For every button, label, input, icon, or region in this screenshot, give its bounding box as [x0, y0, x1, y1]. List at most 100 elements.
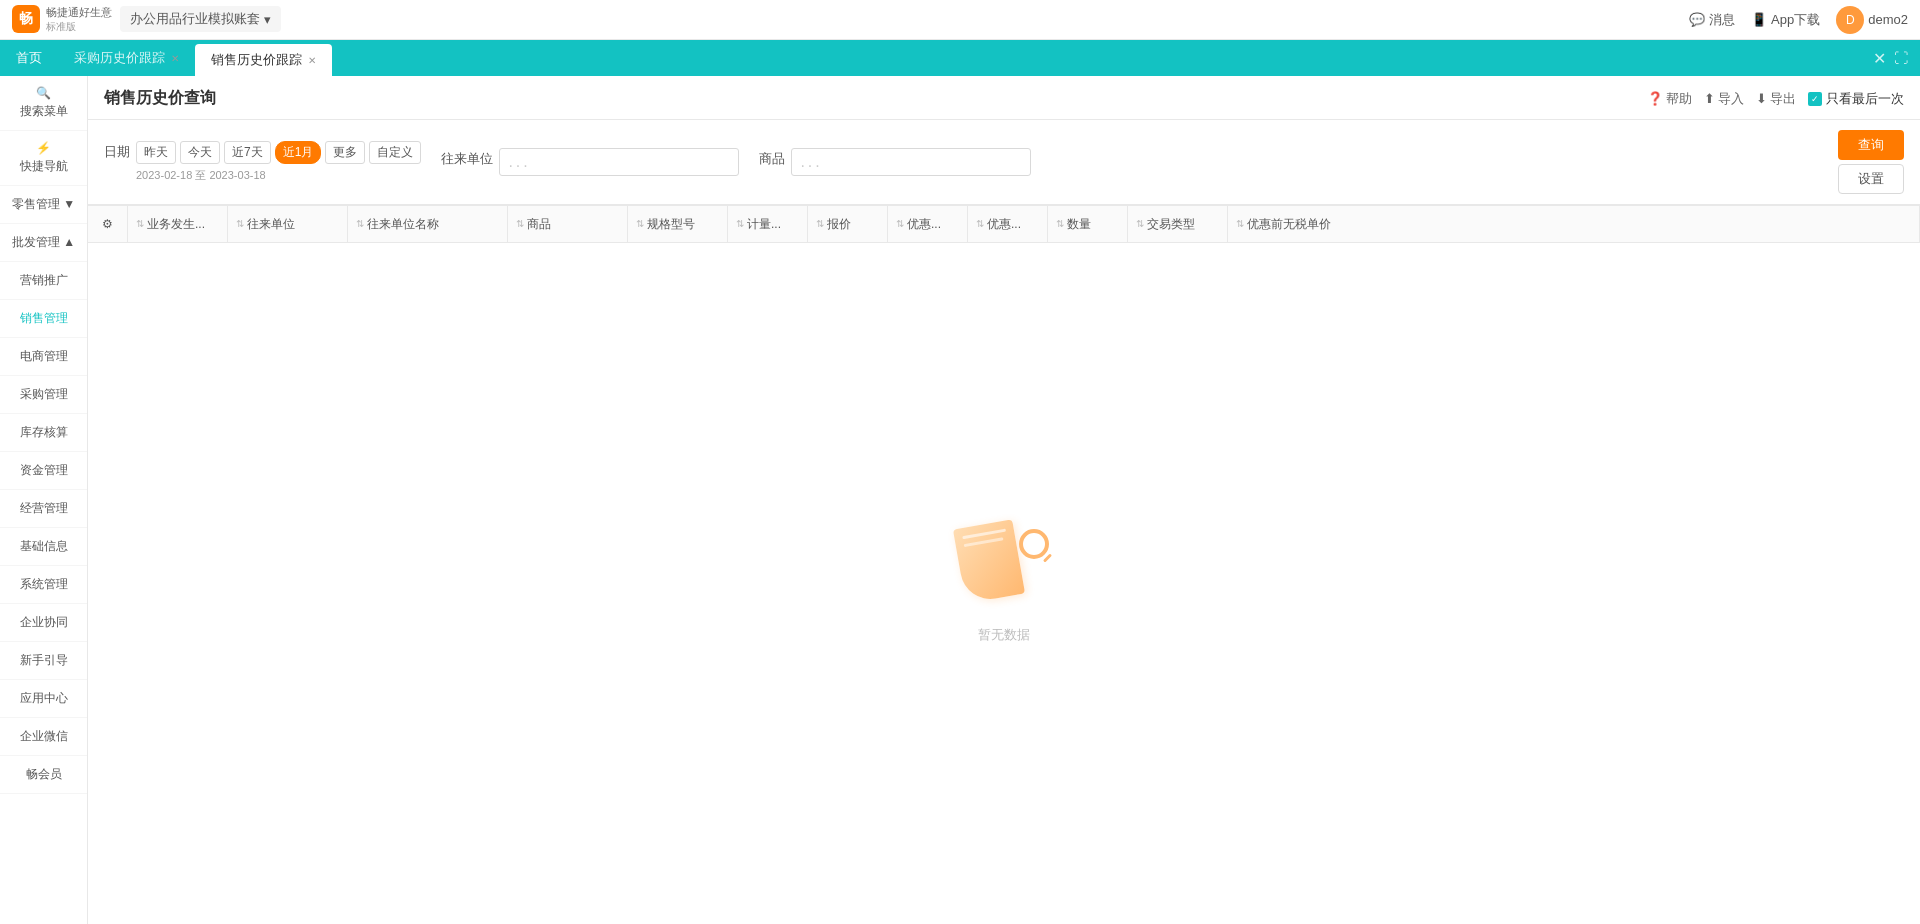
sidebar-item-sales[interactable]: 销售管理: [0, 300, 87, 338]
export-button[interactable]: ⬇ 导出: [1756, 90, 1796, 108]
sidebar-item-guide[interactable]: 新手引导: [0, 642, 87, 680]
main-layout: 🔍 搜索菜单 ⚡ 快捷导航 零售管理 ▼ 批发管理 ▲ 营销推广 销售管理 电商…: [0, 76, 1920, 924]
th-price[interactable]: ⇅ 报价: [808, 206, 888, 242]
th-unit-name[interactable]: ⇅ 往来单位名称: [348, 206, 508, 242]
tab-purchase-close[interactable]: ✕: [171, 53, 179, 64]
th-discount1[interactable]: ⇅ 优惠...: [888, 206, 968, 242]
sort-icon-goods: ⇅: [516, 219, 524, 229]
checkbox-icon: ✓: [1808, 92, 1822, 106]
th-discount2[interactable]: ⇅ 优惠...: [968, 206, 1048, 242]
sort-icon-disc1: ⇅: [896, 219, 904, 229]
sidebar-item-basic[interactable]: 基础信息: [0, 528, 87, 566]
sidebar-item-wechat[interactable]: 企业微信: [0, 718, 87, 756]
sort-icon-date: ⇅: [136, 219, 144, 229]
chevron-down-icon: ▾: [264, 12, 271, 27]
partner-placeholder: ...: [508, 153, 530, 171]
sort-icon-spec: ⇅: [636, 219, 644, 229]
gear-icon: ⚙: [102, 217, 113, 231]
sidebar-item-ecommerce[interactable]: 电商管理: [0, 338, 87, 376]
page-title-row: 销售历史价查询 ❓ 帮助 ⬆ 导入 ⬇ 导出 ✓: [104, 88, 1904, 109]
tab-purchase-label: 采购历史价跟踪: [74, 49, 165, 67]
sidebar-item-purchase[interactable]: 采购管理: [0, 376, 87, 414]
header-actions: ❓ 帮助 ⬆ 导入 ⬇ 导出 ✓ 只看最后一次: [1647, 90, 1904, 108]
sidebar-label-ecommerce: 电商管理: [20, 348, 68, 365]
sidebar-label-retail: 零售管理 ▼: [12, 196, 75, 213]
query-button[interactable]: 查询: [1838, 130, 1904, 160]
sidebar-label-operations: 经营管理: [20, 500, 68, 517]
tab-home[interactable]: 首页: [0, 40, 58, 76]
tab-sales-label: 销售历史价跟踪: [211, 51, 302, 69]
th-trade-label: 交易类型: [1147, 216, 1195, 233]
sidebar-label-wechat: 企业微信: [20, 728, 68, 745]
top-bar-right: 💬 消息 📱 App下载 D demo2: [1689, 6, 1908, 34]
tab-sales[interactable]: 销售历史价跟踪 ✕: [195, 44, 332, 76]
sidebar-item-member[interactable]: 畅会员: [0, 756, 87, 794]
sidebar-label-search: 搜索菜单: [20, 103, 68, 120]
th-measure-unit[interactable]: ⇅ 计量...: [728, 206, 808, 242]
th-trade-type[interactable]: ⇅ 交易类型: [1128, 206, 1228, 242]
tab-sales-close[interactable]: ✕: [308, 55, 316, 66]
tab-bar-expand[interactable]: ⛶: [1894, 50, 1908, 66]
message-label: 消息: [1709, 11, 1735, 29]
th-spec[interactable]: ⇅ 规格型号: [628, 206, 728, 242]
sidebar-item-enterprise[interactable]: 企业协同: [0, 604, 87, 642]
logo-icon: 畅: [12, 5, 40, 33]
app-download-button[interactable]: 📱 App下载: [1751, 11, 1820, 29]
logo-text-block: 畅捷通好生意 标准版: [46, 5, 112, 33]
tab-bar: 首页 采购历史价跟踪 ✕ 销售历史价跟踪 ✕ ✕ ⛶: [0, 40, 1920, 76]
sidebar-item-apps[interactable]: 应用中心: [0, 680, 87, 718]
date-btn-custom[interactable]: 自定义: [369, 141, 421, 164]
import-button[interactable]: ⬆ 导入: [1704, 90, 1744, 108]
sidebar-label-marketing: 营销推广: [20, 272, 68, 289]
sidebar-item-operations[interactable]: 经营管理: [0, 490, 87, 528]
sidebar-item-shortcut[interactable]: ⚡ 快捷导航: [0, 131, 87, 186]
date-btn-7days[interactable]: 近7天: [224, 141, 271, 164]
date-btn-yesterday[interactable]: 昨天: [136, 141, 176, 164]
th-tax-price[interactable]: ⇅ 优惠前无税单价: [1228, 206, 1920, 242]
sidebar-item-marketing[interactable]: 营销推广: [0, 262, 87, 300]
th-unit-code[interactable]: ⇅ 往来单位: [228, 206, 348, 242]
date-btn-1month[interactable]: 近1月: [275, 141, 322, 164]
sidebar-label-sales: 销售管理: [20, 310, 68, 327]
sidebar-item-finance[interactable]: 资金管理: [0, 452, 87, 490]
app-selector[interactable]: 办公用品行业模拟账套 ▾: [120, 6, 281, 32]
sidebar-label-system: 系统管理: [20, 576, 68, 593]
logo-area: 畅 畅捷通好生意 标准版: [12, 5, 112, 33]
sidebar-item-wholesale[interactable]: 批发管理 ▲: [0, 224, 87, 262]
th-qty[interactable]: ⇅ 数量: [1048, 206, 1128, 242]
date-btn-more[interactable]: 更多: [325, 141, 365, 164]
partner-input[interactable]: ...: [499, 148, 739, 176]
export-label: 导出: [1770, 90, 1796, 108]
sidebar-item-inventory[interactable]: 库存核算: [0, 414, 87, 452]
sidebar-label-guide: 新手引导: [20, 652, 68, 669]
table-area: ⚙ ⇅ 业务发生... ⇅ 往来单位 ⇅ 往来单位名称 ⇅ 商品: [88, 205, 1920, 924]
th-date-label: 业务发生...: [147, 216, 205, 233]
sidebar-label-apps: 应用中心: [20, 690, 68, 707]
user-profile[interactable]: D demo2: [1836, 6, 1908, 34]
import-label: 导入: [1718, 90, 1744, 108]
help-label: 帮助: [1666, 90, 1692, 108]
last-only-checkbox[interactable]: ✓ 只看最后一次: [1808, 90, 1904, 108]
sidebar-item-system[interactable]: 系统管理: [0, 566, 87, 604]
message-button[interactable]: 💬 消息: [1689, 11, 1735, 29]
date-btn-today[interactable]: 今天: [180, 141, 220, 164]
help-button[interactable]: ❓ 帮助: [1647, 90, 1692, 108]
th-goods[interactable]: ⇅ 商品: [508, 206, 628, 242]
th-gear[interactable]: ⚙: [88, 206, 128, 242]
sidebar-item-retail[interactable]: 零售管理 ▼: [0, 186, 87, 224]
tab-purchase[interactable]: 采购历史价跟踪 ✕: [58, 40, 195, 76]
th-tax-price-label: 优惠前无税单价: [1247, 216, 1331, 233]
th-unit-label: 计量...: [747, 216, 781, 233]
tab-bar-close-all[interactable]: ✕: [1873, 49, 1886, 68]
th-qty-label: 数量: [1067, 216, 1091, 233]
sort-icon-disc2: ⇅: [976, 219, 984, 229]
th-date[interactable]: ⇅ 业务发生...: [128, 206, 228, 242]
th-unit-code-label: 往来单位: [247, 216, 295, 233]
import-icon: ⬆: [1704, 91, 1715, 106]
goods-input[interactable]: ...: [791, 148, 1031, 176]
download-icon: 📱: [1751, 12, 1767, 27]
sidebar-item-search[interactable]: 🔍 搜索菜单: [0, 76, 87, 131]
setting-button[interactable]: 设置: [1838, 164, 1904, 194]
goods-filter: 商品 ...: [759, 148, 1031, 176]
sidebar-label-purchase: 采购管理: [20, 386, 68, 403]
